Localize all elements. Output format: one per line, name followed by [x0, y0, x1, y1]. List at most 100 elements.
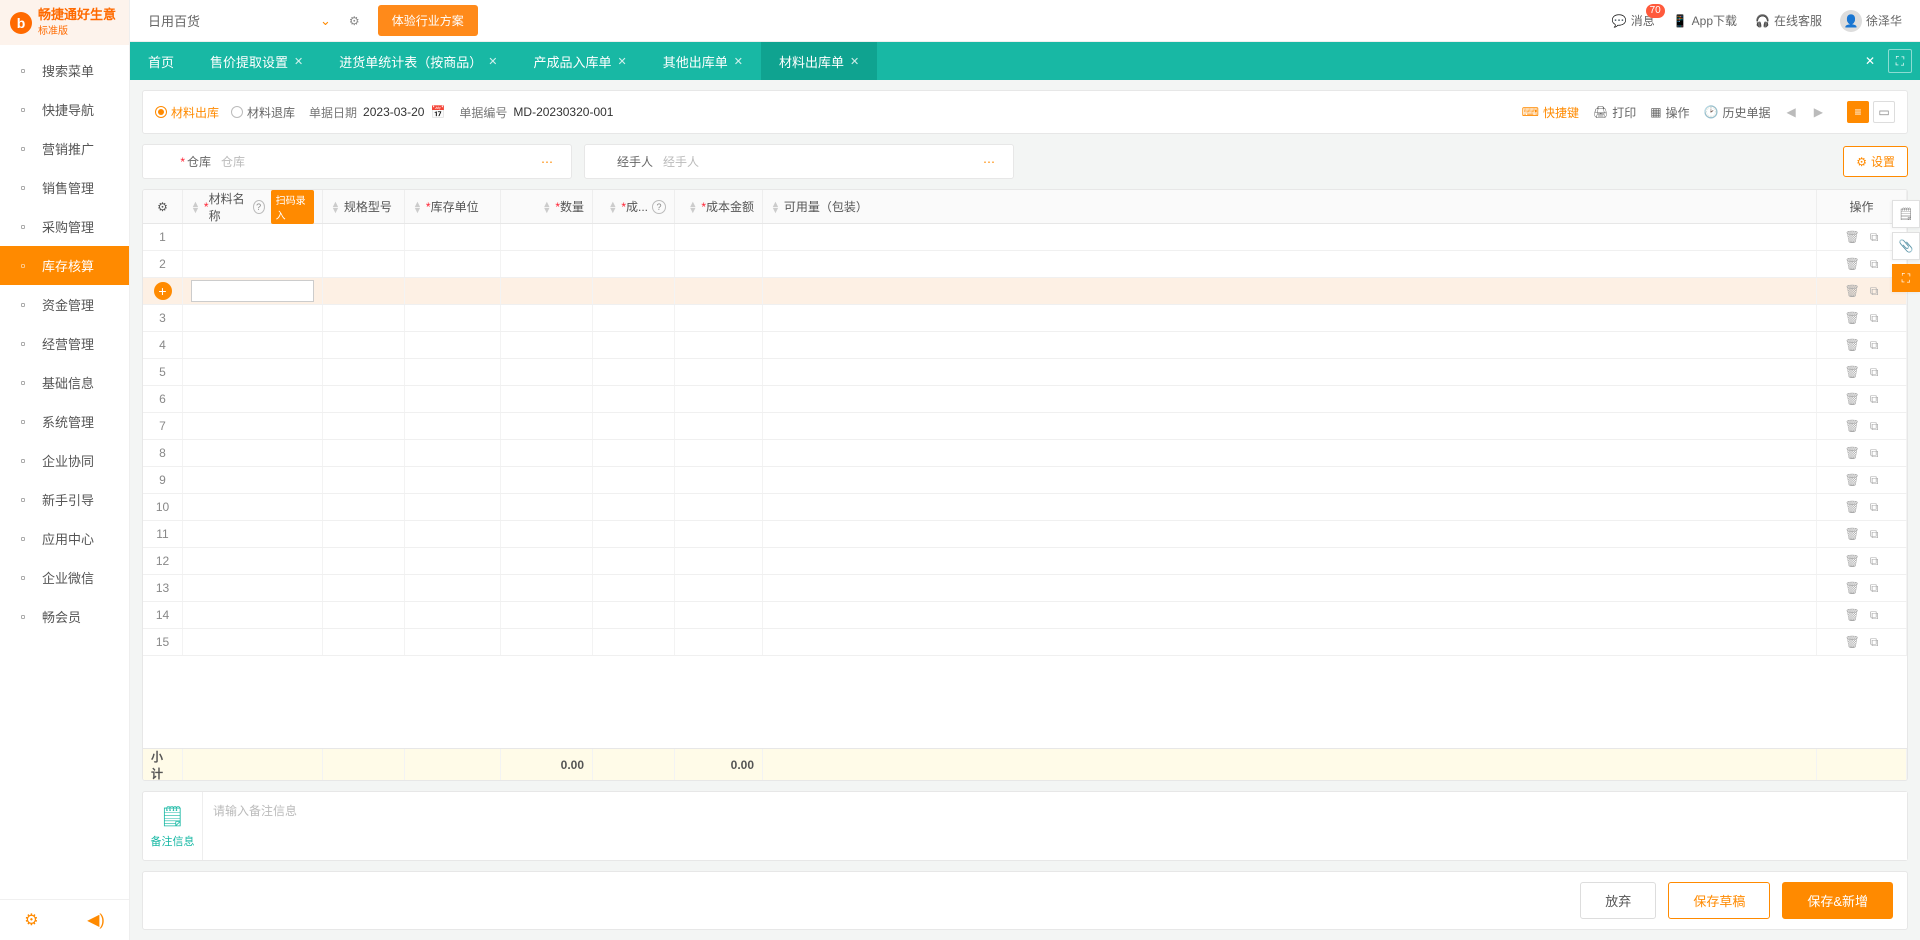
save-new-button[interactable]: 保存&新增	[1782, 882, 1893, 919]
copy-icon[interactable]: ⧉	[1870, 338, 1879, 353]
table-row[interactable]: 5🗑⧉	[143, 359, 1907, 386]
add-row-button[interactable]: +	[154, 282, 172, 300]
close-icon[interactable]: ✕	[618, 55, 627, 68]
sidebar-item-13[interactable]: ▫企业微信	[0, 558, 129, 597]
handler-input[interactable]	[663, 155, 979, 169]
col-cost[interactable]: ▲▼*成... ?	[593, 190, 675, 223]
dock-expand-button[interactable]: ⛶	[1892, 264, 1920, 292]
dock-notes-button[interactable]: 🗒	[1892, 200, 1920, 228]
settings-button[interactable]: ⚙ 设置	[1843, 146, 1908, 177]
table-row[interactable]: 2🗑⧉	[143, 251, 1907, 278]
category-dropdown[interactable]: 日用百货 ⌄	[148, 11, 331, 30]
delete-icon[interactable]: 🗑	[1845, 311, 1860, 325]
col-unit[interactable]: ▲▼*库存单位	[405, 190, 501, 223]
sidebar-item-7[interactable]: ▫经营管理	[0, 324, 129, 363]
sidebar-item-3[interactable]: ▫销售管理	[0, 168, 129, 207]
table-row[interactable]: 6🗑⧉	[143, 386, 1907, 413]
radio-material-return[interactable]: 材料退库	[231, 104, 295, 121]
copy-icon[interactable]: ⧉	[1870, 365, 1879, 380]
table-row[interactable]: 3🗑⧉	[143, 305, 1907, 332]
delete-icon[interactable]: 🗑	[1845, 284, 1860, 298]
copy-icon[interactable]: ⧉	[1870, 608, 1879, 623]
sidebar-item-9[interactable]: ▫系统管理	[0, 402, 129, 441]
copy-icon[interactable]: ⧉	[1870, 257, 1879, 272]
view-card-button[interactable]: ▭	[1873, 101, 1895, 123]
delete-icon[interactable]: 🗑	[1845, 365, 1860, 379]
delete-icon[interactable]: 🗑	[1845, 527, 1860, 541]
sidebar-item-0[interactable]: ▫搜索菜单	[0, 51, 129, 90]
category-settings-icon[interactable]: ⚙	[341, 14, 368, 28]
delete-icon[interactable]: 🗑	[1845, 635, 1860, 649]
table-row[interactable]: 1🗑⧉	[143, 224, 1907, 251]
copy-icon[interactable]: ⧉	[1870, 419, 1879, 434]
user-menu[interactable]: 👤 徐泽华	[1840, 10, 1902, 32]
tab-5[interactable]: 材料出库单✕	[761, 42, 877, 80]
table-row[interactable]: 14🗑⧉	[143, 602, 1907, 629]
sidebar-item-5[interactable]: ▫库存核算	[0, 246, 129, 285]
tab-0[interactable]: 首页	[130, 42, 192, 80]
table-row[interactable]: 9🗑⧉	[143, 467, 1907, 494]
delete-icon[interactable]: 🗑	[1845, 608, 1860, 622]
close-icon[interactable]: ✕	[734, 55, 743, 68]
delete-icon[interactable]: 🗑	[1845, 473, 1860, 487]
copy-icon[interactable]: ⧉	[1870, 446, 1879, 461]
col-spec[interactable]: ▲▼规格型号	[323, 190, 405, 223]
sidebar-item-11[interactable]: ▫新手引导	[0, 480, 129, 519]
table-row[interactable]: 15🗑⧉	[143, 629, 1907, 656]
more-icon[interactable]: ⋯	[537, 155, 559, 169]
copy-icon[interactable]: ⧉	[1870, 311, 1879, 326]
cta-button[interactable]: 体验行业方案	[378, 5, 478, 36]
help-icon[interactable]: ?	[652, 200, 666, 214]
help-icon[interactable]: ?	[253, 200, 265, 214]
delete-icon[interactable]: 🗑	[1845, 500, 1860, 514]
sidebar-item-2[interactable]: ▫营销推广	[0, 129, 129, 168]
copy-icon[interactable]: ⧉	[1870, 527, 1879, 542]
table-row[interactable]: 7🗑⧉	[143, 413, 1907, 440]
table-row[interactable]: 12🗑⧉	[143, 548, 1907, 575]
tab-4[interactable]: 其他出库单✕	[645, 42, 761, 80]
print-button[interactable]: 🖨 打印	[1593, 104, 1636, 121]
doc-date-field[interactable]: 单据日期 2023-03-20 📅	[309, 104, 445, 121]
table-row[interactable]: 10🗑⧉	[143, 494, 1907, 521]
col-material-name[interactable]: ▲▼* 材料名称 ? 扫码录入	[183, 190, 323, 223]
prev-doc-button[interactable]: ◀	[1785, 105, 1798, 119]
copy-icon[interactable]: ⧉	[1870, 554, 1879, 569]
shortcut-button[interactable]: ⌨ 快捷键	[1522, 104, 1579, 121]
table-row[interactable]: 4🗑⧉	[143, 332, 1907, 359]
close-icon[interactable]: ✕	[850, 55, 859, 68]
close-icon[interactable]: ✕	[488, 55, 497, 68]
dock-attach-button[interactable]: 📎	[1892, 232, 1920, 260]
col-settings[interactable]: ⚙	[143, 190, 183, 223]
material-name-input[interactable]	[191, 280, 314, 302]
more-icon[interactable]: ⋯	[979, 155, 1001, 169]
sidebar-item-14[interactable]: ▫畅会员	[0, 597, 129, 636]
support-button[interactable]: 🎧 在线客服	[1755, 12, 1822, 29]
messages-button[interactable]: 💬 消息 70	[1612, 12, 1655, 29]
tab-3[interactable]: 产成品入库单✕	[515, 42, 644, 80]
tab-expand-button[interactable]: ⛶	[1888, 49, 1912, 73]
warehouse-field[interactable]: *仓库 ⋯	[142, 144, 572, 179]
copy-icon[interactable]: ⧉	[1870, 284, 1879, 299]
radio-material-out[interactable]: 材料出库	[155, 104, 219, 121]
sidebar-item-6[interactable]: ▫资金管理	[0, 285, 129, 324]
save-draft-button[interactable]: 保存草稿	[1668, 882, 1770, 919]
delete-icon[interactable]: 🗑	[1845, 554, 1860, 568]
history-button[interactable]: 🕑 历史单据	[1704, 104, 1771, 121]
copy-icon[interactable]: ⧉	[1870, 635, 1879, 650]
handler-field[interactable]: 经手人 ⋯	[584, 144, 1014, 179]
collapse-icon[interactable]: ◀)	[87, 910, 105, 930]
view-list-button[interactable]: ≡	[1847, 101, 1869, 123]
delete-icon[interactable]: 🗑	[1845, 419, 1860, 433]
discard-button[interactable]: 放弃	[1580, 882, 1656, 919]
scan-tag[interactable]: 扫码录入	[271, 190, 314, 224]
sidebar-item-4[interactable]: ▫采购管理	[0, 207, 129, 246]
remarks-input[interactable]	[203, 792, 1907, 860]
table-row[interactable]: 13🗑⧉	[143, 575, 1907, 602]
sidebar-item-1[interactable]: ▫快捷导航	[0, 90, 129, 129]
delete-icon[interactable]: 🗑	[1845, 338, 1860, 352]
operate-button[interactable]: ▦ 操作	[1650, 104, 1689, 121]
tab-1[interactable]: 售价提取设置✕	[192, 42, 321, 80]
copy-icon[interactable]: ⧉	[1870, 581, 1879, 596]
col-amount[interactable]: ▲▼*成本金额	[675, 190, 763, 223]
sidebar-item-10[interactable]: ▫企业协同	[0, 441, 129, 480]
